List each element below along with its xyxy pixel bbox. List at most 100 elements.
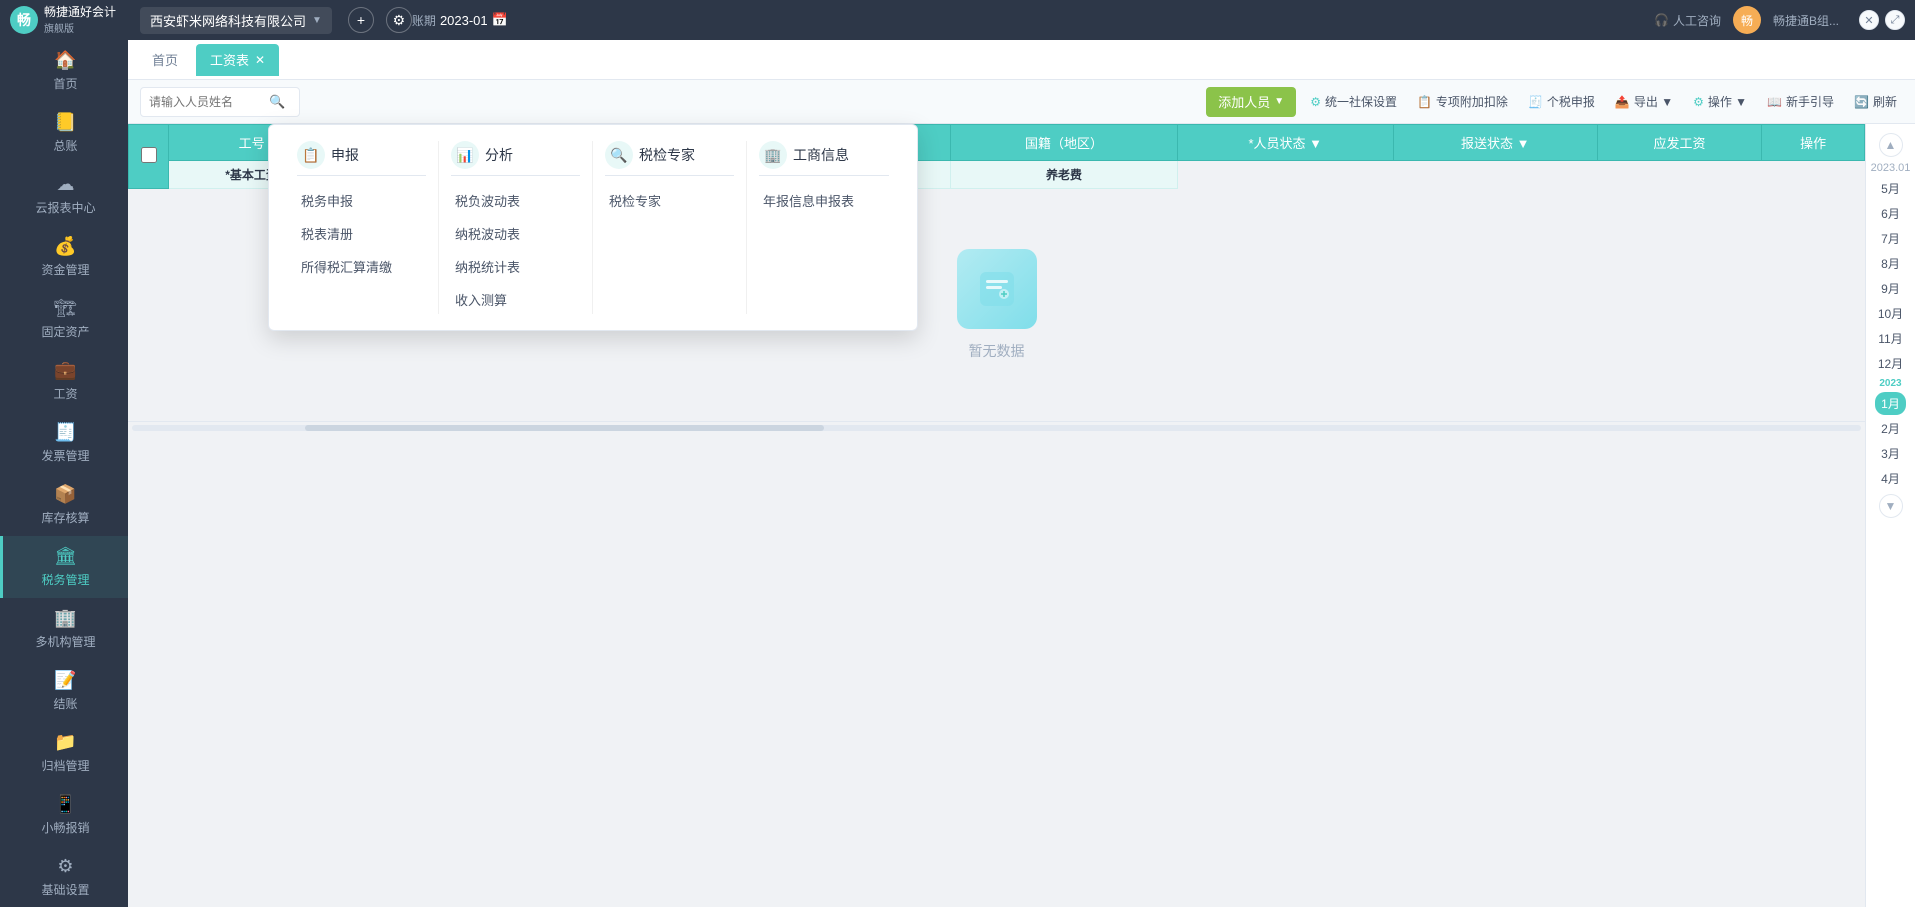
sidebar-item-cloud-report[interactable]: ☁ 云报表中心 — [0, 164, 128, 226]
item-tax-stats[interactable]: 纳税统计表 — [451, 252, 580, 281]
guide-action-icon: 📖 — [1767, 95, 1782, 109]
add-person-button[interactable]: 添加人员 ▼ — [1206, 87, 1296, 117]
search-input[interactable] — [149, 95, 269, 109]
empty-illustration — [957, 249, 1037, 329]
item-income-estimate[interactable]: 收入测算 — [451, 285, 580, 314]
guide-action-label: 新手引导 — [1786, 93, 1834, 110]
analysis-items: 税负波动表 纳税波动表 纳税统计表 收入测算 — [451, 186, 580, 314]
select-all-checkbox[interactable] — [141, 147, 157, 163]
th-nationality: 国籍（地区） — [951, 125, 1178, 161]
checkbox-all-th[interactable] — [129, 125, 169, 189]
section-business: 🏢 工商信息 年报信息申报表 — [747, 141, 901, 314]
item-tax-fluctuation[interactable]: 纳税波动表 — [451, 219, 580, 248]
sidebar-item-invoice[interactable]: 🧾 发票管理 — [0, 412, 128, 474]
funds-icon: 💰 — [54, 236, 76, 257]
timeline-down-arrow[interactable]: ▼ — [1879, 494, 1903, 518]
deduction-icon: 📋 — [1417, 95, 1432, 109]
scroll-bar[interactable] — [128, 421, 1865, 433]
special-deduction-action[interactable]: 📋 专项附加扣除 — [1411, 87, 1514, 117]
sidebar-item-expense[interactable]: 📱 小畅报销 — [0, 784, 128, 846]
company-name: 西安虾米网络科技有限公司 — [150, 11, 306, 30]
service-button[interactable]: 🎧 人工咨询 — [1654, 12, 1721, 29]
timeline-month-1[interactable]: 1月 — [1875, 392, 1906, 415]
settings-button[interactable]: ⚙ — [386, 7, 412, 33]
timeline-up-arrow[interactable]: ▲ — [1879, 133, 1903, 157]
guide-action[interactable]: 📖 新手引导 — [1761, 87, 1840, 117]
tab-payroll-label: 工资表 — [210, 50, 249, 69]
expense-icon: 📱 — [54, 794, 76, 815]
period-value: 2023-01 — [440, 13, 488, 28]
timeline-month-2[interactable]: 2月 — [1875, 417, 1906, 440]
section-expert-title: 税检专家 — [639, 145, 695, 165]
scroll-thumb[interactable] — [305, 425, 824, 431]
period-label: 账期 — [412, 12, 436, 29]
social-insurance-action[interactable]: ⚙ 统一社保设置 — [1304, 87, 1403, 117]
section-declaration-title: 申报 — [331, 145, 359, 165]
sidebar-label-payroll: 工资 — [53, 385, 77, 402]
timeline-month-7[interactable]: 7月 — [1875, 227, 1906, 250]
timeline-month-10[interactable]: 10月 — [1872, 302, 1909, 325]
timeline-month-11[interactable]: 11月 — [1872, 327, 1908, 350]
sidebar-item-home[interactable]: 🏠 首页 — [0, 40, 128, 102]
sidebar-label-inventory: 库存核算 — [41, 509, 89, 526]
item-tax-declaration[interactable]: 税务申报 — [297, 186, 426, 215]
close-button[interactable]: ✕ — [1859, 10, 1879, 30]
user-name[interactable]: 畅捷通B组... — [1773, 12, 1839, 29]
expert-items: 税检专家 — [605, 186, 734, 215]
dropdown-sections: 📋 申报 税务申报 税表清册 所得税汇算清缴 📊 分析 — [285, 141, 901, 314]
cloud-icon: ☁ — [57, 174, 75, 195]
toolbar: 🔍 添加人员 ▼ ⚙ 统一社保设置 📋 专项附加扣除 🧾 个税申报 📤 — [128, 80, 1915, 124]
status-filter-icon[interactable]: ▼ — [1309, 136, 1322, 151]
export-action[interactable]: 📤 导出 ▼ — [1609, 87, 1679, 117]
tax-declaration-action[interactable]: 🧾 个税申报 — [1522, 87, 1601, 117]
sidebar-label-assets: 固定资产 — [41, 323, 89, 340]
deduction-label: 专项附加扣除 — [1436, 93, 1508, 110]
timeline-month-6[interactable]: 6月 — [1875, 202, 1906, 225]
sidebar-item-close-period[interactable]: 📝 结账 — [0, 660, 128, 722]
tab-close-icon[interactable]: ✕ — [255, 53, 265, 67]
company-selector[interactable]: 西安虾米网络科技有限公司 ▼ — [140, 7, 332, 34]
item-annual-report[interactable]: 年报信息申报表 — [759, 186, 889, 215]
timeline-month-5[interactable]: 5月 — [1875, 177, 1906, 200]
header-actions: + ⚙ — [348, 7, 412, 33]
sidebar-item-tax[interactable]: 🏛 税务管理 — [0, 536, 128, 598]
item-expert[interactable]: 税检专家 — [605, 186, 734, 215]
sidebar-item-archive[interactable]: 📁 归档管理 — [0, 722, 128, 784]
declaration-section-icon: 📋 — [297, 141, 325, 169]
timeline-month-9[interactable]: 9月 — [1875, 277, 1906, 300]
company-dropdown-arrow: ▼ — [312, 15, 322, 26]
analysis-section-icon: 📊 — [451, 141, 479, 169]
timeline-month-8[interactable]: 8月 — [1875, 252, 1906, 275]
sidebar-item-assets[interactable]: 🏗 固定资产 — [0, 288, 128, 350]
sidebar-item-inventory[interactable]: 📦 库存核算 — [0, 474, 128, 536]
sidebar-item-ledger[interactable]: 📒 总账 — [0, 102, 128, 164]
sidebar-label-funds: 资金管理 — [41, 261, 89, 278]
submit-filter-icon[interactable]: ▼ — [1517, 136, 1530, 151]
inventory-icon: 📦 — [54, 484, 76, 505]
search-wrap: 🔍 — [140, 87, 300, 117]
social-label: 统一社保设置 — [1325, 93, 1397, 110]
operation-action[interactable]: ⚙ 操作 ▼ — [1687, 87, 1753, 117]
timeline-month-3[interactable]: 3月 — [1875, 442, 1906, 465]
sidebar-item-funds[interactable]: 💰 资金管理 — [0, 226, 128, 288]
expand-button[interactable]: ⤢ — [1885, 10, 1905, 30]
item-tax-burden[interactable]: 税负波动表 — [451, 186, 580, 215]
timeline-month-4[interactable]: 4月 — [1875, 467, 1906, 490]
sidebar-item-payroll[interactable]: 💼 工资 — [0, 350, 128, 412]
refresh-action[interactable]: 🔄 刷新 — [1848, 87, 1903, 117]
sidebar-item-multi-org[interactable]: 🏢 多机构管理 — [0, 598, 128, 660]
scroll-track — [132, 425, 1861, 431]
sidebar-label-invoice: 发票管理 — [41, 447, 89, 464]
calendar-icon[interactable]: 📅 — [492, 12, 508, 28]
item-tax-settlement[interactable]: 所得税汇算清缴 — [297, 252, 426, 281]
timeline-month-12[interactable]: 12月 — [1872, 352, 1909, 375]
item-tax-form[interactable]: 税表清册 — [297, 219, 426, 248]
section-business-header: 🏢 工商信息 — [759, 141, 889, 176]
sidebar-item-settings[interactable]: ⚙ 基础设置 — [0, 846, 128, 907]
declaration-items: 税务申报 税表清册 所得税汇算清缴 — [297, 186, 426, 281]
tab-payroll[interactable]: 工资表 ✕ — [196, 44, 279, 76]
current-year-badge: 2023 — [1879, 378, 1901, 389]
sidebar-label-settings: 基础设置 — [41, 881, 89, 898]
tab-home[interactable]: 首页 — [138, 44, 192, 76]
add-company-button[interactable]: + — [348, 7, 374, 33]
